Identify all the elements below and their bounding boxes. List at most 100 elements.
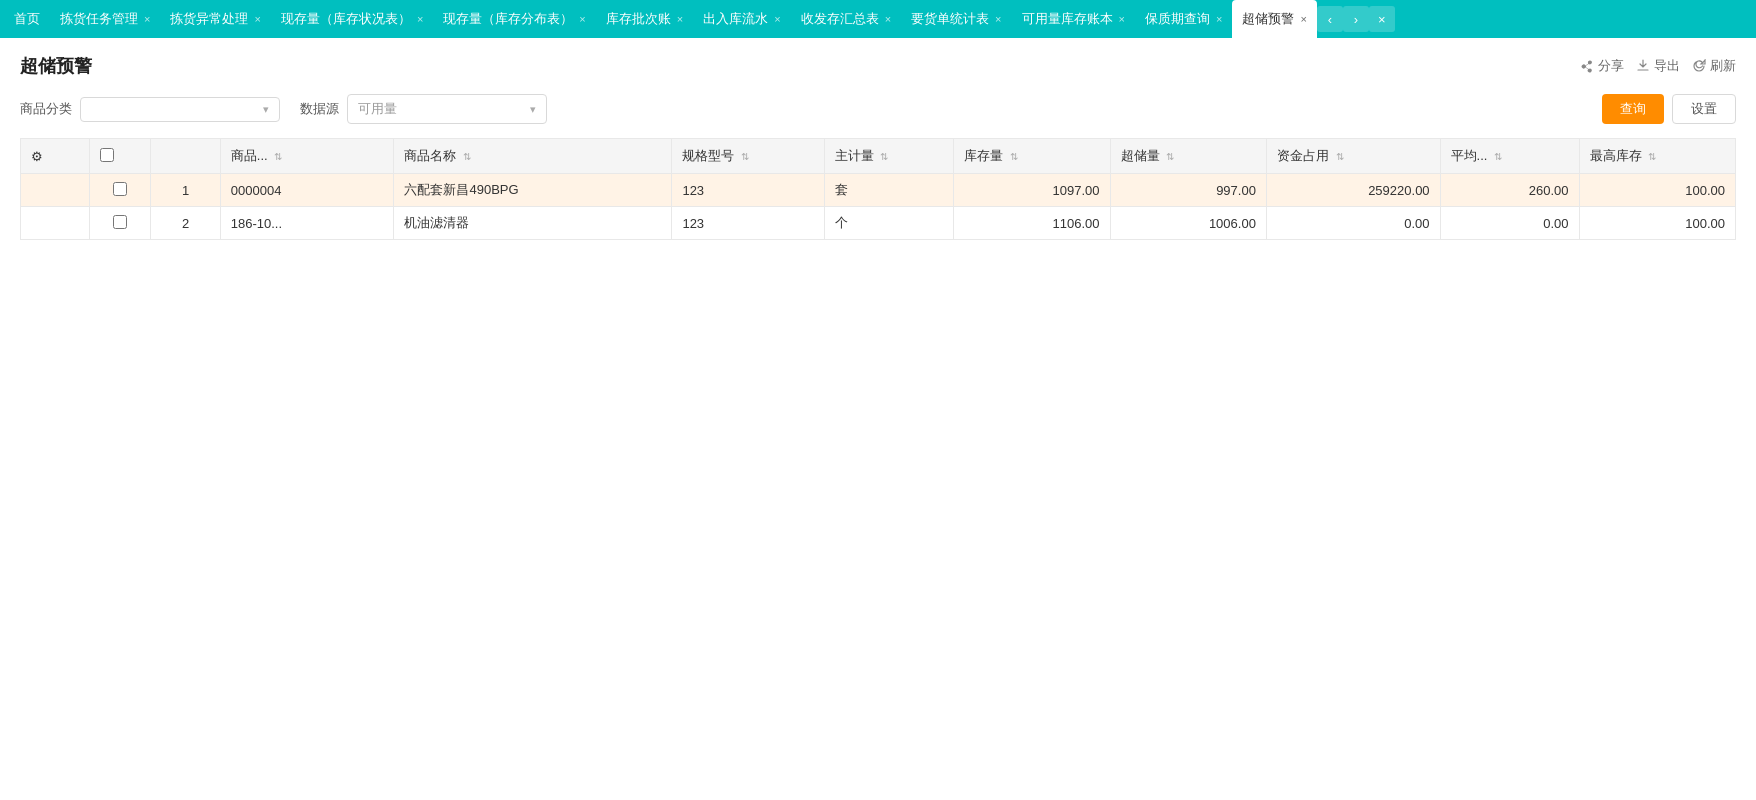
product-category-filter: 商品分类 ▾ (20, 97, 280, 122)
row-spec: 123 (672, 207, 824, 240)
nav-item-home[interactable]: 首页 (4, 0, 50, 38)
top-navigation: 首页 拣货任务管理 × 拣货异常处理 × 现存量（库存状况表） × 现存量（库存… (0, 0, 1756, 38)
refresh-button[interactable]: 刷新 (1692, 57, 1736, 75)
page-title-row: 超储预警 分享 导出 刷新 (20, 54, 1736, 78)
nav-item-batch[interactable]: 库存批次账 × (596, 0, 693, 38)
row-name: 机油滤清器 (394, 207, 672, 240)
row-check-cell[interactable] (90, 174, 151, 207)
sort-icon: ⇅ (741, 151, 749, 162)
row-check-cell[interactable] (90, 207, 151, 240)
table-body: 1 0000004 六配套新昌490BPG 123 套 1097.00 997.… (21, 174, 1736, 240)
nav-more-button[interactable]: × (1369, 6, 1395, 32)
query-button[interactable]: 查询 (1602, 94, 1664, 124)
column-header-capital[interactable]: 资金占用 ⇅ (1266, 139, 1440, 174)
nav-next-button[interactable]: › (1343, 6, 1369, 32)
column-header-name[interactable]: 商品名称 ⇅ (394, 139, 672, 174)
row-index: 1 (151, 174, 220, 207)
row-maxstock: 100.00 (1579, 207, 1735, 240)
column-header-maxstock[interactable]: 最高库存 ⇅ (1579, 139, 1735, 174)
nav-item-overstock[interactable]: 超储预警 × (1232, 0, 1316, 38)
row-capital: 259220.00 (1266, 174, 1440, 207)
nav-item-task[interactable]: 拣货任务管理 × (50, 0, 160, 38)
nav-item-demand[interactable]: 要货单统计表 × (901, 0, 1011, 38)
column-header-gear[interactable]: ⚙ (21, 139, 90, 174)
close-icon[interactable]: × (1300, 13, 1306, 25)
data-table: ⚙ 商品... ⇅ 商品名称 ⇅ 规格型号 ⇅ (20, 138, 1736, 240)
row-unit: 个 (824, 207, 954, 240)
column-header-code[interactable]: 商品... ⇅ (220, 139, 394, 174)
close-icon[interactable]: × (144, 13, 150, 25)
row-index: 2 (151, 207, 220, 240)
column-header-spec[interactable]: 规格型号 ⇅ (672, 139, 824, 174)
row-code: 186-10... (220, 207, 394, 240)
sort-icon: ⇅ (1494, 151, 1502, 162)
data-source-filter: 数据源 可用量 ▾ (300, 94, 547, 124)
nav-item-inventory-status[interactable]: 现存量（库存状况表） × (271, 0, 433, 38)
row-avg: 260.00 (1440, 174, 1579, 207)
row-capital: 0.00 (1266, 207, 1440, 240)
refresh-icon (1692, 59, 1706, 73)
column-header-avg[interactable]: 平均... ⇅ (1440, 139, 1579, 174)
sort-icon: ⇅ (463, 151, 471, 162)
title-actions: 分享 导出 刷新 (1580, 57, 1736, 75)
export-icon (1636, 59, 1650, 73)
row-maxstock: 100.00 (1579, 174, 1735, 207)
row-checkbox[interactable] (113, 182, 127, 196)
nav-item-exception[interactable]: 拣货异常处理 × (160, 0, 270, 38)
column-header-index (151, 139, 220, 174)
close-icon[interactable]: × (677, 13, 683, 25)
chevron-down-icon: ▾ (530, 103, 536, 116)
export-button[interactable]: 导出 (1636, 57, 1680, 75)
gear-icon: ⚙ (31, 149, 43, 164)
row-avg: 0.00 (1440, 207, 1579, 240)
close-icon[interactable]: × (254, 13, 260, 25)
row-code: 0000004 (220, 174, 394, 207)
nav-item-available[interactable]: 可用量库存账本 × (1012, 0, 1135, 38)
nav-item-inventory-dist[interactable]: 现存量（库存分布表） × (433, 0, 595, 38)
filter-row: 商品分类 ▾ 数据源 可用量 ▾ 查询 设置 (20, 94, 1736, 124)
sort-icon: ⇅ (880, 151, 888, 162)
row-checkbox[interactable] (113, 215, 127, 229)
table-row: 1 0000004 六配套新昌490BPG 123 套 1097.00 997.… (21, 174, 1736, 207)
sort-icon: ⇅ (1648, 151, 1656, 162)
nav-prev-button[interactable]: ‹ (1317, 6, 1343, 32)
column-header-unit[interactable]: 主计量 ⇅ (824, 139, 954, 174)
share-button[interactable]: 分享 (1580, 57, 1624, 75)
row-gear-cell (21, 174, 90, 207)
column-header-stock[interactable]: 库存量 ⇅ (954, 139, 1110, 174)
sort-icon: ⇅ (1336, 151, 1344, 162)
nav-item-inout[interactable]: 出入库流水 × (693, 0, 790, 38)
row-over: 1006.00 (1110, 207, 1266, 240)
close-icon[interactable]: × (417, 13, 423, 25)
row-stock: 1097.00 (954, 174, 1110, 207)
row-stock: 1106.00 (954, 207, 1110, 240)
sort-icon: ⇅ (1166, 151, 1174, 162)
close-icon[interactable]: × (579, 13, 585, 25)
page-content: 超储预警 分享 导出 刷新 商品分类 ▾ 数据源 (0, 38, 1756, 256)
close-icon[interactable]: × (774, 13, 780, 25)
share-icon (1580, 59, 1594, 73)
close-icon[interactable]: × (995, 13, 1001, 25)
row-gear-cell (21, 207, 90, 240)
sort-icon: ⇅ (1010, 151, 1018, 162)
close-icon[interactable]: × (885, 13, 891, 25)
data-source-label: 数据源 (300, 100, 339, 118)
filter-actions: 查询 设置 (1602, 94, 1736, 124)
select-all-checkbox[interactable] (100, 148, 114, 162)
row-name: 六配套新昌490BPG (394, 174, 672, 207)
data-source-select[interactable]: 可用量 ▾ (347, 94, 547, 124)
settings-button[interactable]: 设置 (1672, 94, 1736, 124)
row-spec: 123 (672, 174, 824, 207)
row-over: 997.00 (1110, 174, 1266, 207)
nav-item-expiry[interactable]: 保质期查询 × (1135, 0, 1232, 38)
row-unit: 套 (824, 174, 954, 207)
close-icon[interactable]: × (1119, 13, 1125, 25)
column-header-check[interactable] (90, 139, 151, 174)
chevron-down-icon: ▾ (263, 103, 269, 116)
column-header-over[interactable]: 超储量 ⇅ (1110, 139, 1266, 174)
product-category-select[interactable]: ▾ (80, 97, 280, 122)
close-icon[interactable]: × (1216, 13, 1222, 25)
nav-item-summary[interactable]: 收发存汇总表 × (791, 0, 901, 38)
page-title: 超储预警 (20, 54, 92, 78)
data-source-value: 可用量 (358, 100, 397, 118)
